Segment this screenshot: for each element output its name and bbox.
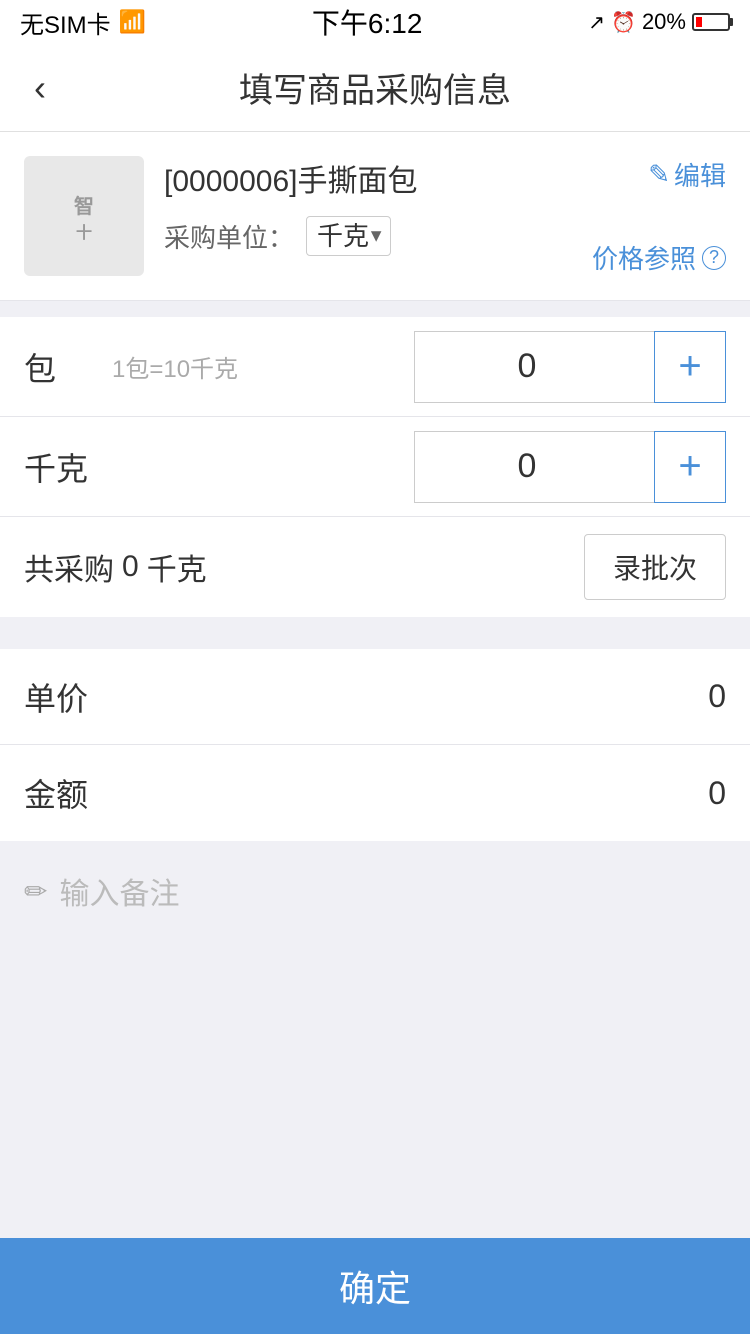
info-section: 单价 0 金额 0	[0, 649, 750, 841]
amount-label: 金额	[24, 770, 88, 816]
status-right: ↗ ⏰ 20%	[588, 9, 730, 35]
back-button[interactable]: ‹	[24, 57, 56, 119]
product-name: [0000006]手撕面包	[164, 156, 572, 200]
product-info: [0000006]手撕面包 采购单位： 千克 ▼	[164, 156, 572, 256]
alarm-icon: ⏰	[611, 10, 636, 35]
divider-1	[0, 301, 750, 317]
amount-row: 金额 0	[0, 745, 750, 841]
product-image-text: 智	[74, 190, 94, 219]
record-batch-button[interactable]: 录批次	[584, 534, 726, 600]
kg-input-row: 千克 +	[0, 417, 750, 517]
carrier-label: 无SIM卡	[20, 5, 111, 40]
divider-2	[0, 617, 750, 633]
kg-plus-button[interactable]: +	[654, 431, 726, 503]
summary-row: 共采购 0 千克 录批次	[0, 517, 750, 617]
battery-percent: 20%	[642, 9, 686, 35]
status-bar: 无SIM卡 📶 下午6:12 ↗ ⏰ 20%	[0, 0, 750, 44]
bag-input-row: 包 1包=10千克 +	[0, 317, 750, 417]
status-time: 下午6:12	[312, 2, 423, 42]
product-card: 智 十 [0000006]手撕面包 采购单位： 千克 ▼ ✎ 编辑 价格参照	[0, 132, 750, 301]
edit-icon: ✎	[648, 159, 670, 190]
kg-label: 千克	[24, 444, 104, 490]
bag-input[interactable]	[414, 331, 654, 403]
bag-input-wrapper: +	[414, 331, 726, 403]
kg-input-wrapper: +	[414, 431, 726, 503]
wifi-icon: 📶	[119, 9, 146, 35]
unit-select-wrapper[interactable]: 千克 ▼	[306, 216, 391, 256]
product-image: 智 十	[24, 156, 144, 276]
edit-button[interactable]: ✎ 编辑	[648, 156, 726, 193]
product-unit-row: 采购单位： 千克 ▼	[164, 216, 572, 256]
edit-label: 编辑	[674, 156, 726, 193]
notes-icon: ✏	[24, 875, 47, 908]
price-ref-label: 价格参照	[592, 239, 696, 276]
summary-unit: 千克	[147, 545, 207, 589]
unit-price-row: 单价 0	[0, 649, 750, 745]
battery-icon	[692, 13, 730, 31]
unit-label: 采购单位：	[164, 218, 294, 255]
summary-value: 0	[122, 550, 139, 584]
amount-value: 0	[708, 775, 726, 812]
status-left: 无SIM卡 📶	[20, 5, 146, 40]
input-section: 包 1包=10千克 + 千克 + 共采购 0 千克 录批次	[0, 317, 750, 617]
page-title: 填写商品采购信息	[239, 63, 511, 112]
nav-bar: ‹ 填写商品采购信息	[0, 44, 750, 132]
notes-section[interactable]: ✏ 输入备注	[0, 841, 750, 941]
confirm-button[interactable]: 确定	[0, 1238, 750, 1334]
location-icon: ↗	[588, 10, 605, 35]
product-right: ✎ 编辑 价格参照 ?	[592, 156, 726, 276]
price-ref-button[interactable]: 价格参照 ?	[592, 239, 726, 276]
bag-label: 包	[24, 344, 104, 390]
product-image-text2: 十	[76, 219, 92, 243]
bag-sub-label: 1包=10千克	[112, 349, 238, 384]
bag-plus-button[interactable]: +	[654, 331, 726, 403]
notes-placeholder: 输入备注	[59, 869, 179, 913]
unit-select[interactable]: 千克	[306, 216, 391, 256]
kg-input[interactable]	[414, 431, 654, 503]
unit-price-label: 单价	[24, 674, 88, 720]
price-ref-icon: ?	[702, 246, 726, 270]
unit-price-value: 0	[708, 678, 726, 715]
summary-prefix: 共采购	[24, 545, 114, 589]
